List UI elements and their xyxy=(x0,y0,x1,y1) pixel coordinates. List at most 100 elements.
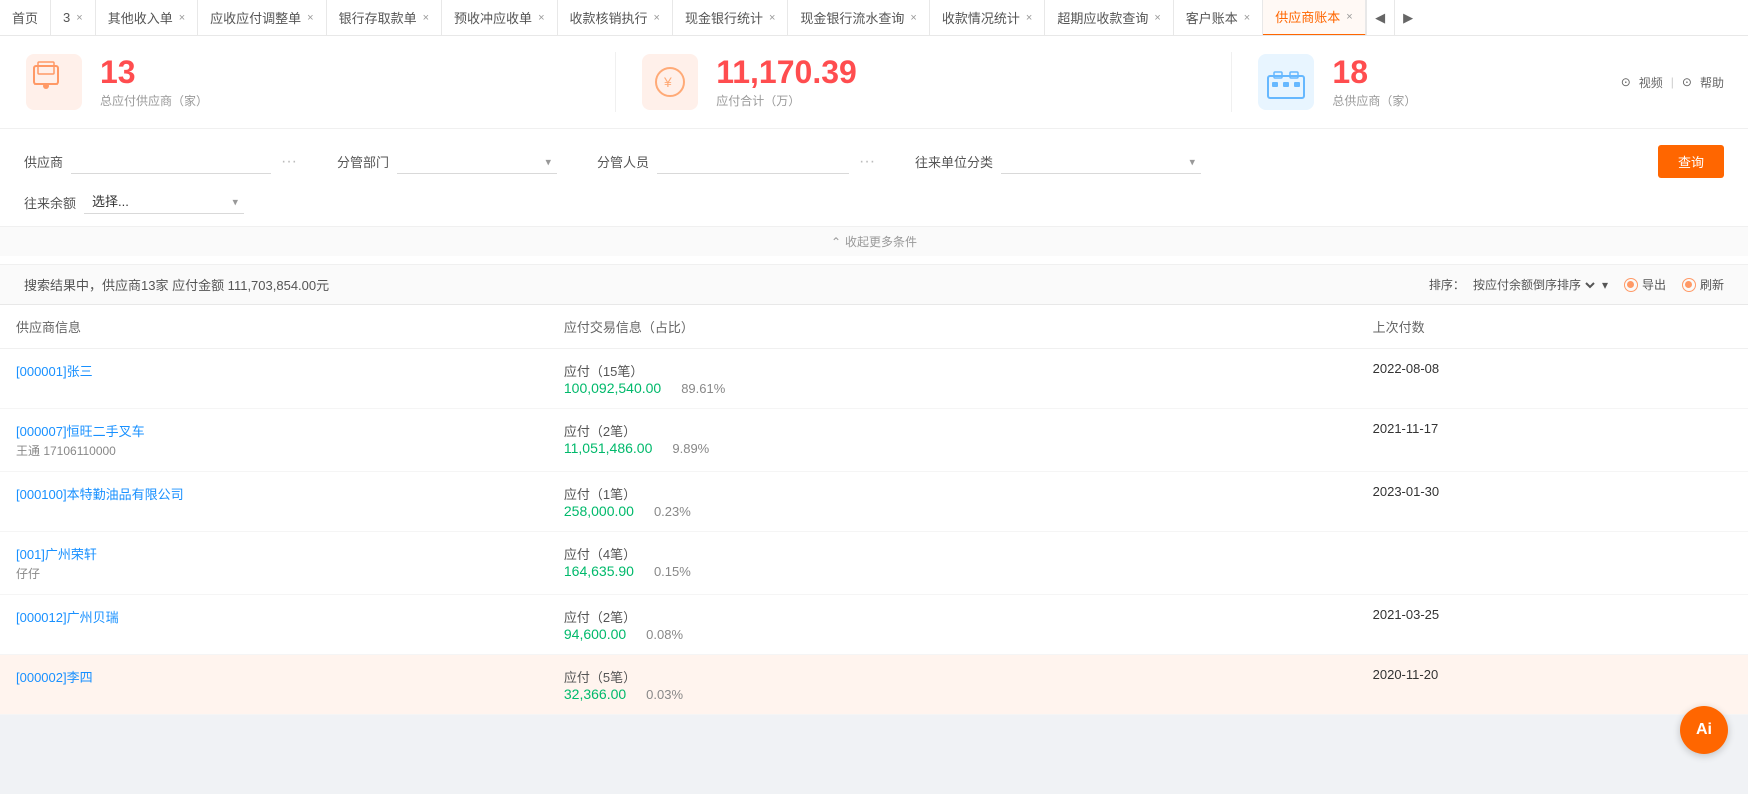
stat-info-3: 18 总供应商（家） xyxy=(1332,56,1416,109)
dept-select[interactable] xyxy=(397,150,557,174)
close-icon[interactable]: × xyxy=(307,12,313,24)
stat-value-payable-suppliers: 13 xyxy=(100,56,208,88)
tx-pct: 0.15% xyxy=(654,564,691,579)
person-dots[interactable]: ··· xyxy=(859,153,875,171)
balance-label: 往来余额 xyxy=(24,193,76,212)
video-link[interactable]: 视频 xyxy=(1639,74,1663,91)
tx-pct: 89.61% xyxy=(681,381,725,396)
close-icon[interactable]: × xyxy=(1244,12,1250,24)
query-button[interactable]: 查询 xyxy=(1658,145,1724,178)
nav-tab-home-label: 首页 xyxy=(12,8,38,27)
supplier-link[interactable]: [000012]广州贝瑞 xyxy=(16,610,119,625)
tx-pct: 0.03% xyxy=(646,687,683,702)
tx-label: 应付（1笔） xyxy=(564,484,1341,503)
close-icon[interactable]: × xyxy=(538,12,544,24)
top-right-links: ⊙ 视频 | ⊙ 帮助 xyxy=(1621,74,1724,91)
tx-amount[interactable]: 11,051,486.00 xyxy=(564,440,653,456)
nav-tab-cash-flow[interactable]: 现金银行流水查询 × xyxy=(788,0,929,36)
nav-tab-cash-flow-label: 现金银行流水查询 xyxy=(800,8,904,27)
nav-arrow-left[interactable]: ◀ xyxy=(1366,0,1394,36)
close-icon[interactable]: × xyxy=(1026,12,1032,24)
supplier-link[interactable]: [000007]恒旺二手叉车 xyxy=(16,424,145,439)
supplier-link[interactable]: [000100]本特勤油品有限公司 xyxy=(16,487,184,502)
nav-tab-customer-ledger[interactable]: 客户账本 × xyxy=(1174,0,1263,36)
category-label: 往来单位分类 xyxy=(915,152,993,171)
th-transaction: 应付交易信息（占比） xyxy=(548,305,1357,349)
stat-info-2: 11,170.39 应付合计（万） xyxy=(716,56,857,109)
export-button[interactable]: 导出 xyxy=(1624,276,1666,293)
nav-tab-customer-ledger-label: 客户账本 xyxy=(1186,8,1238,27)
stat-icon-2: ¥ xyxy=(640,52,700,112)
table-row: [000012]广州贝瑞应付（2笔）94,600.000.08%2021-03-… xyxy=(0,595,1748,655)
supplier-link[interactable]: [000001]张三 xyxy=(16,364,93,379)
tx-amount[interactable]: 100,092,540.00 xyxy=(564,380,661,396)
collapse-bar[interactable]: ⌃ 收起更多条件 xyxy=(0,226,1748,256)
tx-amount[interactable]: 258,000.00 xyxy=(564,503,634,519)
category-select[interactable] xyxy=(1001,150,1201,174)
filter-row-1: 供应商 ··· 分管部门 分管人员 ··· 往来单位分类 xyxy=(24,145,1724,178)
supplier-link[interactable]: [000002]李四 xyxy=(16,670,93,685)
close-icon[interactable]: × xyxy=(179,12,185,24)
tx-amount[interactable]: 32,366.00 xyxy=(564,686,626,702)
balance-select[interactable]: 选择... xyxy=(84,190,244,214)
nav-tab-other-income[interactable]: 其他收入单 × xyxy=(96,0,198,36)
last-payment-date: 2021-11-17 xyxy=(1357,409,1748,472)
nav-tab-adjustment-label: 应收应付调整单 xyxy=(210,8,301,27)
ai-button[interactable]: Ai xyxy=(1680,706,1728,754)
nav-tab-payment-stats[interactable]: 收款情况统计 × xyxy=(930,0,1045,36)
sort-select[interactable]: 按应付余额倒序排序 xyxy=(1469,277,1598,293)
supplier-sub: 仔仔 xyxy=(16,565,532,582)
nav-tab-supplier-ledger[interactable]: 供应商账本 × xyxy=(1263,0,1365,36)
tx-label: 应付（15笔） xyxy=(564,361,1341,380)
refresh-button[interactable]: 刷新 xyxy=(1682,276,1724,293)
close-icon[interactable]: × xyxy=(769,12,775,24)
nav-tab-collection[interactable]: 收款核销执行 × xyxy=(558,0,673,36)
separator: | xyxy=(1671,75,1674,89)
collapse-label: 收起更多条件 xyxy=(845,233,917,250)
supplier-label: 供应商 xyxy=(24,152,63,171)
stat-block-payable-total: ¥ 11,170.39 应付合计（万） xyxy=(640,52,1232,112)
supplier-link[interactable]: [001]广州荣轩 xyxy=(16,547,97,562)
nav-tab-adjustment[interactable]: 应收应付调整单 × xyxy=(198,0,326,36)
collapse-icon: ⌃ xyxy=(831,235,841,249)
supplier-dots[interactable]: ··· xyxy=(281,153,297,171)
last-payment-date: 2020-11-20 xyxy=(1357,655,1748,715)
sort-control[interactable]: 排序： 按应付余额倒序排序 ▾ xyxy=(1429,276,1608,293)
table-wrap: 供应商信息 应付交易信息（占比） 上次付数 [000001]张三应付（15笔）1… xyxy=(0,305,1748,715)
close-icon[interactable]: × xyxy=(654,12,660,24)
help-link[interactable]: 帮助 xyxy=(1700,74,1724,91)
tx-amount[interactable]: 164,635.90 xyxy=(564,563,634,579)
close-icon[interactable]: × xyxy=(76,12,82,24)
close-icon[interactable]: × xyxy=(1346,11,1352,23)
nav-tab-supplier-ledger-label: 供应商账本 xyxy=(1275,7,1340,26)
supplier-sub: 王通 17106110000 xyxy=(16,442,532,459)
tx-label: 应付（2笔） xyxy=(564,421,1341,440)
stat-label-payable-suppliers: 总应付供应商（家） xyxy=(100,92,208,109)
nav-tab-cash-stats[interactable]: 现金银行统计 × xyxy=(673,0,788,36)
tx-label: 应付（5笔） xyxy=(564,667,1341,686)
top-navigation: 首页 3 × 其他收入单 × 应收应付调整单 × 银行存取款单 × 预收冲应收单… xyxy=(0,0,1748,36)
nav-arrow-right[interactable]: ▶ xyxy=(1394,0,1422,36)
nav-tab-overdue[interactable]: 超期应收款查询 × xyxy=(1045,0,1173,36)
nav-tab-3-label: 3 xyxy=(63,10,70,25)
refresh-icon xyxy=(1682,278,1696,292)
close-icon[interactable]: × xyxy=(423,12,429,24)
nav-tab-advance[interactable]: 预收冲应收单 × xyxy=(442,0,557,36)
person-label: 分管人员 xyxy=(597,152,649,171)
nav-tab-overdue-label: 超期应收款查询 xyxy=(1057,8,1148,27)
close-icon[interactable]: × xyxy=(1154,12,1160,24)
right-tools: 排序： 按应付余额倒序排序 ▾ 导出 刷新 xyxy=(1429,276,1724,293)
nav-tab-home[interactable]: 首页 xyxy=(0,0,51,36)
tx-pct: 0.23% xyxy=(654,504,691,519)
svg-text:¥: ¥ xyxy=(663,74,672,90)
nav-tab-bank-deposit[interactable]: 银行存取款单 × xyxy=(327,0,442,36)
tx-amount[interactable]: 94,600.00 xyxy=(564,626,626,642)
nav-tab-cash-stats-label: 现金银行统计 xyxy=(685,8,763,27)
last-payment-date: 2023-01-30 xyxy=(1357,472,1748,532)
nav-tab-3[interactable]: 3 × xyxy=(51,0,96,36)
close-icon[interactable]: × xyxy=(910,12,916,24)
stat-icon-3 xyxy=(1256,52,1316,112)
supplier-input[interactable] xyxy=(71,150,271,174)
result-summary: 搜索结果中，供应商13家 应付金额 111,703,854.00元 xyxy=(24,275,329,294)
person-input[interactable] xyxy=(657,150,849,174)
